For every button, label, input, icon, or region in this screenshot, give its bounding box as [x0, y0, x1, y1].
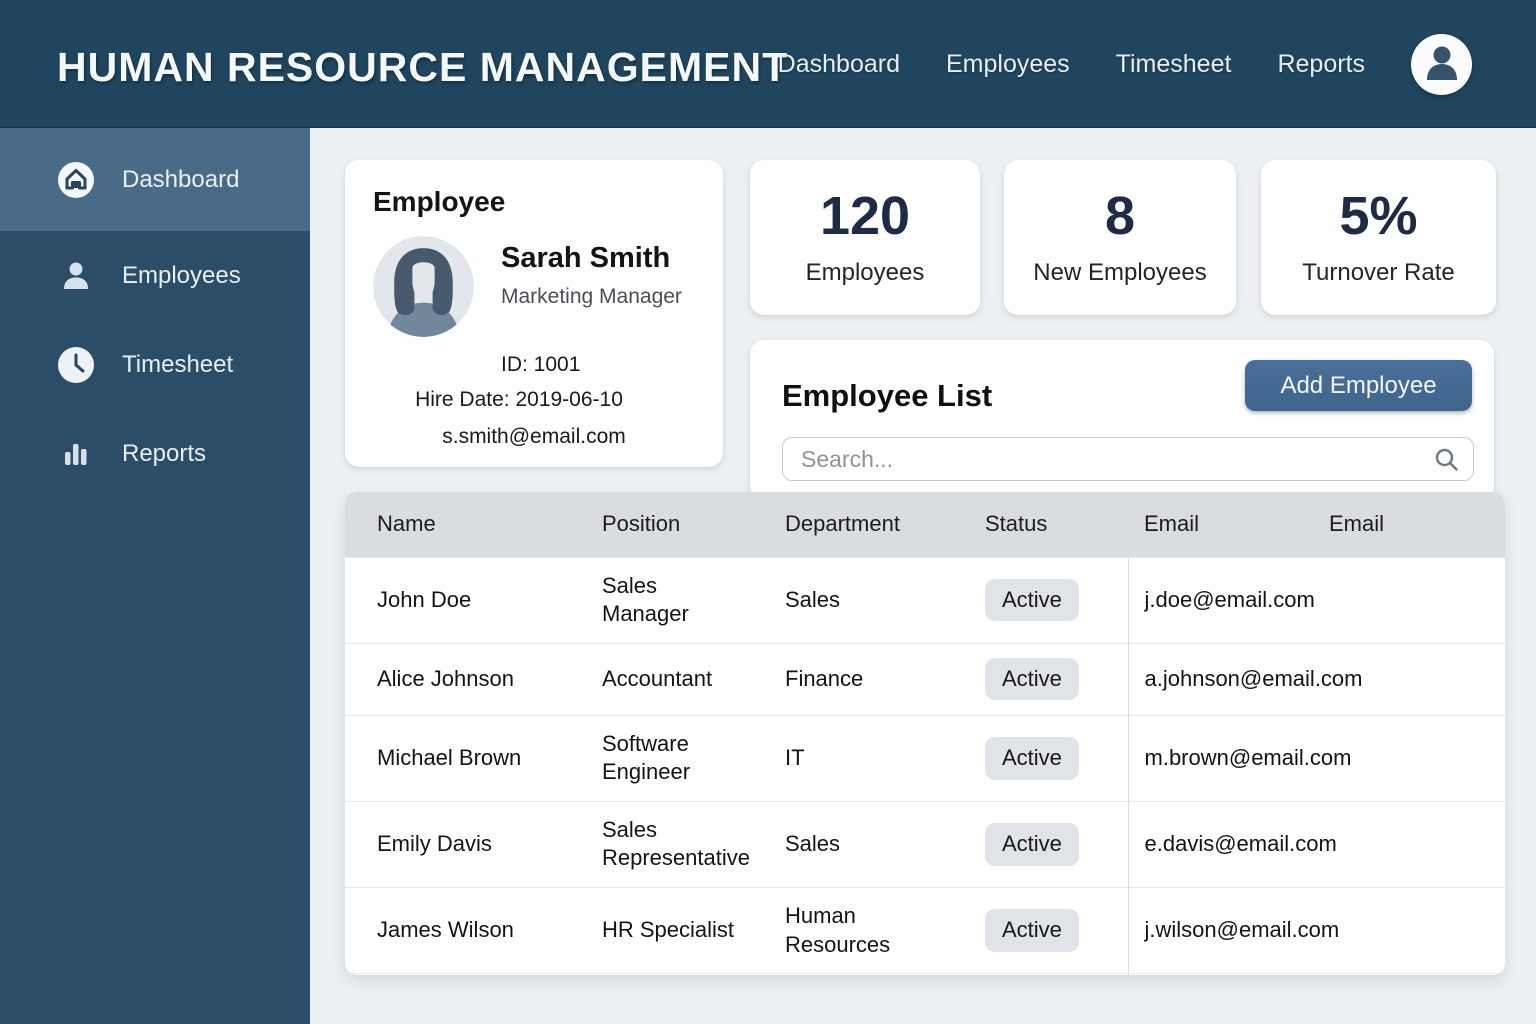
department-cell: Human Resources — [753, 887, 953, 974]
user-avatar-icon — [1418, 38, 1466, 91]
stat-label-new-employees: New Employees — [1033, 258, 1207, 286]
stat-value-employees: 120 — [819, 185, 911, 246]
sidebar-item-employees[interactable]: Employees — [0, 231, 310, 320]
email-cell: a.johnson@email.com — [1127, 642, 1505, 716]
employee-photo-avatar — [373, 236, 474, 337]
table-header-row: Name Position Department Status Email Em… — [345, 492, 1505, 557]
stat-card-employees: 120 Employees — [750, 160, 980, 315]
employee-table-body: John Doe Sales Manager Sales Active j.doe@em… — [345, 556, 1505, 975]
employee-table: Name Position Department Status Email Em… — [345, 492, 1505, 975]
topnav-reports[interactable]: Reports — [1277, 50, 1365, 79]
person-icon — [57, 257, 95, 295]
top-header: HUMAN RESOURCE MANAGEMENT Dashboard Empl… — [0, 0, 1536, 128]
status-badge: Active — [985, 736, 1079, 780]
status-badge: Active — [985, 657, 1079, 701]
name-cell: Alice Johnson — [345, 642, 570, 716]
user-avatar[interactable] — [1411, 33, 1472, 95]
name-cell: Michael Brown — [345, 714, 570, 802]
empty-email-cell — [1127, 973, 1505, 975]
employee-name: Sarah Smith — [501, 242, 671, 274]
name-cell: Emily Davis — [345, 800, 570, 888]
status-cell: Active — [953, 642, 1128, 716]
stat-label-turnover-rate: Turnover Rate — [1302, 258, 1455, 286]
topnav-dashboard[interactable]: Dashboard — [778, 50, 900, 79]
empty-cell — [953, 973, 1128, 975]
sidebar-label-reports: Reports — [122, 439, 207, 467]
stat-card-new-employees: 8 New Employees — [1004, 160, 1236, 315]
position-cell: Software Engineer — [570, 714, 753, 802]
bar-chart-icon — [57, 435, 95, 473]
employee-email: s.smith@email.com — [442, 425, 626, 448]
topnav-timesheet[interactable]: Timesheet — [1116, 50, 1232, 79]
status-cell: Active — [953, 800, 1128, 888]
status-badge: Active — [985, 578, 1079, 622]
top-navigation: Dashboard Employees Timesheet Reports — [778, 0, 1472, 128]
clock-icon — [57, 346, 95, 384]
col-header-position: Position — [570, 492, 753, 557]
home-icon — [57, 161, 95, 199]
sidebar-label-timesheet: Timesheet — [122, 350, 234, 378]
table-row[interactable]: James Wilson HR Specialist Human Resources… — [345, 887, 1505, 974]
employee-summary-card: Employee Sarah Smith Marketing Manager I… — [345, 160, 723, 467]
department-cell: Sales — [753, 800, 953, 888]
position-cell: Sales Representative — [570, 800, 753, 888]
sidebar-label-dashboard: Dashboard — [122, 165, 240, 193]
employee-table-panel: Name Position Department Status Email Em… — [345, 492, 1505, 975]
position-cell: Sales Manager — [570, 556, 753, 644]
stat-value-turnover-rate: 5% — [1339, 185, 1418, 246]
department-cell: Sales — [753, 556, 953, 644]
status-badge: Active — [985, 909, 1079, 952]
stat-card-turnover-rate: 5% Turnover Rate — [1261, 160, 1496, 315]
employee-position: Marketing Manager — [501, 285, 682, 308]
col-header-name: Name — [345, 492, 570, 557]
empty-cell — [753, 973, 953, 975]
topnav-employees[interactable]: Employees — [946, 50, 1070, 79]
email-cell: j.wilson@email.com — [1127, 887, 1505, 974]
department-cell: IT — [753, 714, 953, 802]
col-header-email-1: Email — [1128, 492, 1313, 557]
email-cell: j.doe@email.com — [1127, 556, 1505, 644]
name-cell: James Wilson — [345, 887, 570, 974]
position-cell: HR Specialist — [570, 887, 753, 974]
col-header-status: Status — [953, 492, 1128, 557]
status-cell: Active — [953, 887, 1128, 974]
status-cell: Active — [953, 714, 1128, 802]
sidebar-label-employees: Employees — [122, 261, 241, 289]
search-input[interactable] — [782, 437, 1474, 481]
empty-cell — [345, 973, 570, 975]
add-employee-button[interactable]: Add Employee — [1245, 360, 1472, 411]
table-row[interactable]: Michael Brown Software Engineer IT Active m.… — [345, 714, 1505, 802]
department-cell: Finance — [753, 642, 953, 716]
table-row[interactable]: Alice Johnson Accountant Finance Active a.jo… — [345, 642, 1505, 716]
table-row-empty — [345, 973, 1505, 975]
search-icon — [1433, 446, 1460, 478]
col-header-department: Department — [753, 492, 953, 557]
position-cell: Accountant — [570, 642, 753, 716]
employee-list-title: Employee List — [782, 378, 993, 413]
name-cell: John Doe — [345, 556, 570, 644]
sidebar-item-timesheet[interactable]: Timesheet — [0, 320, 310, 409]
email-cell: m.brown@email.com — [1127, 714, 1505, 802]
stat-value-new-employees: 8 — [1104, 185, 1136, 246]
employee-hire-date: Hire Date: 2019-06-10 — [415, 388, 623, 411]
email-cell: e.davis@email.com — [1127, 800, 1505, 888]
table-row[interactable]: John Doe Sales Manager Sales Active j.doe@em… — [345, 556, 1505, 644]
sidebar: Dashboard Employees Timesheet Reports — [0, 128, 310, 1024]
app-title: HUMAN RESOURCE MANAGEMENT — [57, 44, 789, 90]
hr-app: HUMAN RESOURCE MANAGEMENT Dashboard Empl… — [0, 0, 1536, 1024]
col-header-email-2: Email — [1313, 492, 1505, 557]
employee-id: ID: 1001 — [501, 353, 581, 376]
stat-label-employees: Employees — [805, 258, 925, 286]
employee-list-panel: Employee List Add Employee — [750, 340, 1494, 500]
status-badge: Active — [985, 823, 1079, 866]
empty-cell — [570, 973, 753, 975]
table-row[interactable]: Emily Davis Sales Representative Sales Acti… — [345, 800, 1505, 888]
status-cell: Active — [953, 556, 1128, 644]
sidebar-item-dashboard[interactable]: Dashboard — [0, 128, 310, 231]
employee-card-title: Employee — [373, 186, 506, 217]
sidebar-item-reports[interactable]: Reports — [0, 409, 310, 498]
